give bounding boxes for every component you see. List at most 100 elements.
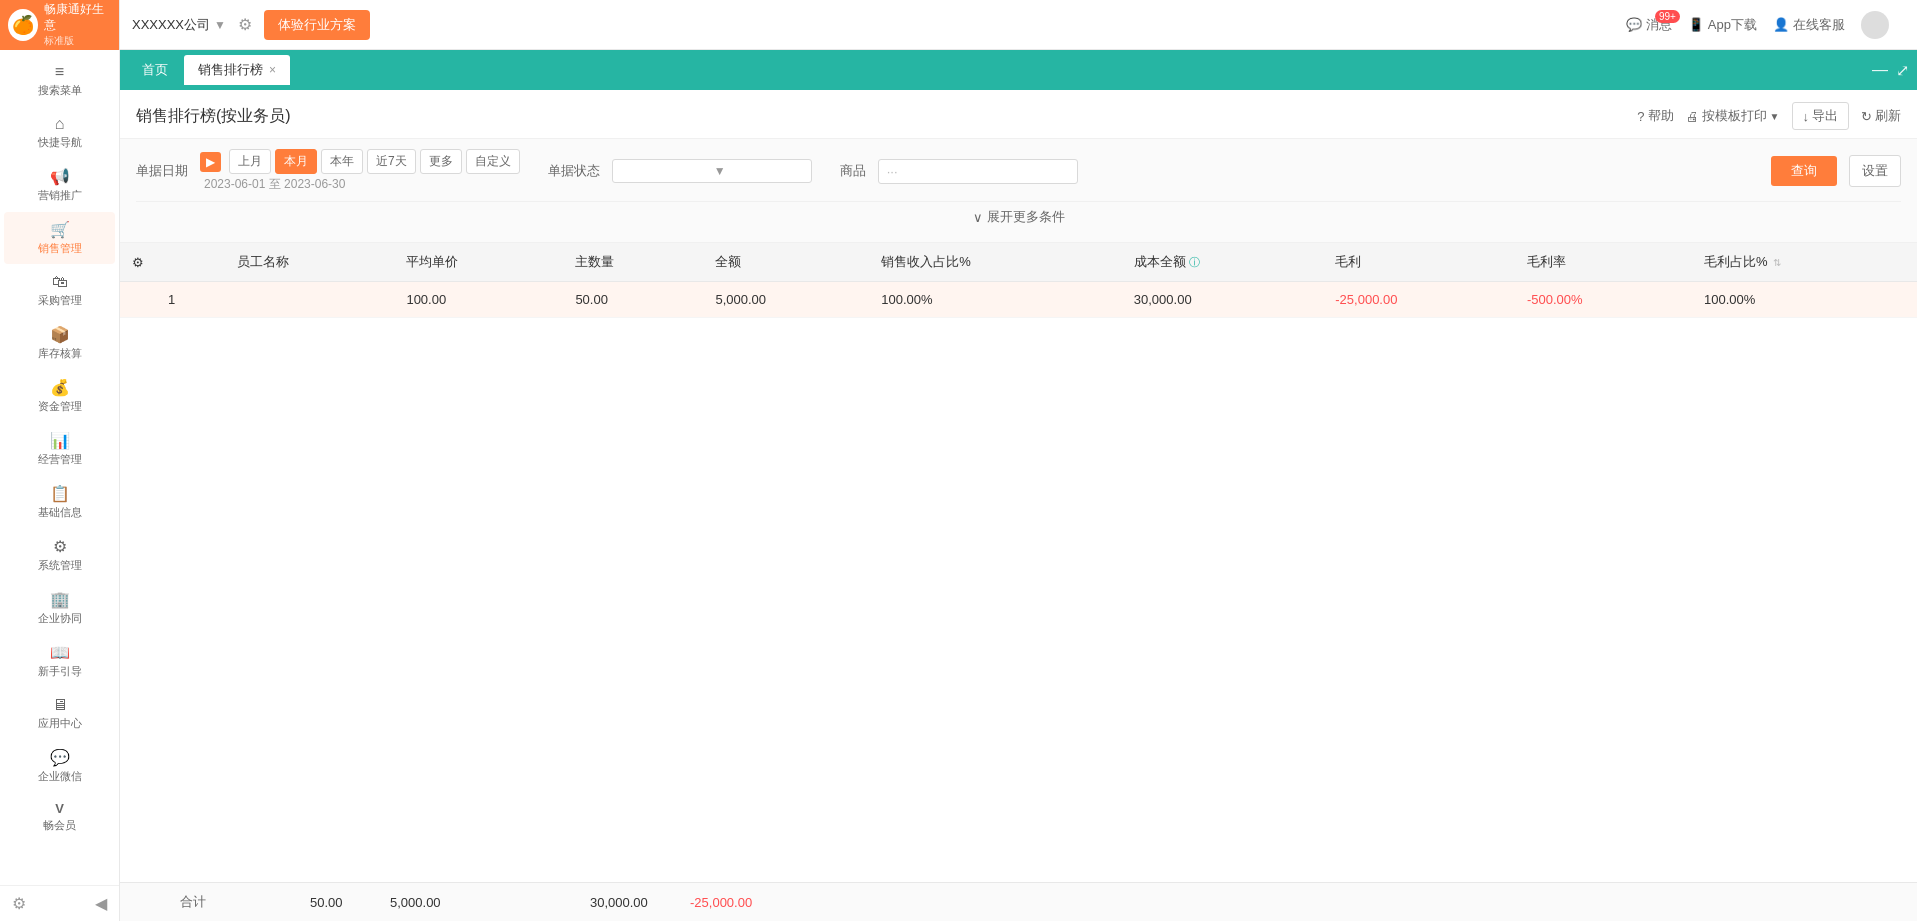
sidebar-item-basic-info[interactable]: 📋 基础信息 — [4, 476, 115, 528]
header-settings-icon[interactable]: ⚙ — [238, 15, 252, 34]
tab-sales-ranking[interactable]: 销售排行榜 × — [184, 55, 290, 85]
sidebar-item-guide[interactable]: 📖 新手引导 — [4, 635, 115, 687]
sidebar-item-search-order[interactable]: ≡ 搜索菜单 — [4, 55, 115, 106]
cell-name — [225, 282, 394, 318]
purchase-label: 采购管理 — [38, 293, 82, 308]
cell-settings — [120, 282, 156, 318]
sidebar: 🍊 畅康通好生意 标准版 ≡ 搜索菜单 ⌂ 快捷导航 📢 营销推广 🛒 销售管理… — [0, 0, 120, 921]
query-button[interactable]: 查询 — [1771, 156, 1837, 186]
cell-amount: 5,000.00 — [703, 282, 869, 318]
filter-expand-arrow[interactable]: ▶ — [200, 152, 221, 172]
date-btn-more[interactable]: 更多 — [420, 149, 462, 174]
guide-label: 新手引导 — [38, 664, 82, 679]
refresh-button[interactable]: ↻ 刷新 — [1861, 107, 1901, 125]
app-center-icon: 🖥 — [52, 696, 68, 714]
marketing-label: 营销推广 — [38, 188, 82, 203]
settings-button[interactable]: 设置 — [1849, 155, 1901, 187]
product-more-icon: ··· — [887, 164, 898, 179]
sidebar-item-finance[interactable]: 💰 资金管理 — [4, 370, 115, 422]
sidebar-item-operations[interactable]: 📊 经营管理 — [4, 423, 115, 475]
sidebar-item-inventory[interactable]: 📦 库存核算 — [4, 317, 115, 369]
date-btn-last-month[interactable]: 上月 — [229, 149, 271, 174]
enterprise-wechat-icon: 💬 — [50, 748, 70, 767]
page-header: 销售排行榜(按业务员) ? 帮助 🖨 按模板打印 ▼ ↓ 导出 ↻ 刷新 — [120, 90, 1917, 139]
status-label: 单据状态 — [548, 162, 600, 180]
footer-quantity: 50.00 — [298, 895, 378, 910]
table-footer: 合计 50.00 5,000.00 30,000.00 -25,000.00 — [120, 882, 1917, 921]
date-btn-7days[interactable]: 近7天 — [367, 149, 416, 174]
sidebar-item-sales[interactable]: 🛒 销售管理 — [4, 212, 115, 264]
tab-maximize-icon[interactable]: ⤢ — [1896, 61, 1909, 80]
search-order-icon: ≡ — [55, 63, 64, 81]
app-download-group[interactable]: 📱 App下载 — [1688, 16, 1757, 34]
finance-icon: 💰 — [50, 378, 70, 397]
sidebar-item-quick-nav[interactable]: ⌂ 快捷导航 — [4, 107, 115, 158]
logo-badge: 标准版 — [44, 34, 111, 48]
print-chevron-icon: ▼ — [1770, 111, 1780, 122]
sidebar-item-marketing[interactable]: 📢 营销推广 — [4, 159, 115, 211]
sidebar-item-member[interactable]: V 畅会员 — [4, 793, 115, 841]
status-chevron-icon: ▼ — [714, 164, 803, 178]
tab-bar-right: — ⤢ — [1872, 61, 1909, 80]
top-header: XXXXXX公司 ▼ ⚙ 体验行业方案 💬 消息 99+ 📱 App下载 👤 在… — [120, 0, 1917, 50]
inventory-label: 库存核算 — [38, 346, 82, 361]
date-btn-this-year[interactable]: 本年 — [321, 149, 363, 174]
filter-expand-row[interactable]: ∨ 展开更多条件 — [136, 201, 1901, 232]
basic-info-icon: 📋 — [50, 484, 70, 503]
date-btn-this-month[interactable]: 本月 — [275, 149, 317, 174]
sidebar-item-purchase[interactable]: 🛍 采购管理 — [4, 265, 115, 316]
tab-close-icon[interactable]: × — [269, 63, 276, 77]
product-input[interactable]: ··· — [878, 159, 1078, 184]
system-icon: ⚙ — [53, 537, 67, 556]
footer-cost: 30,000.00 — [578, 895, 678, 910]
sidebar-footer: ⚙ ◀ — [0, 885, 119, 921]
tab-home[interactable]: 首页 — [128, 55, 182, 85]
company-selector[interactable]: XXXXXX公司 ▼ — [132, 16, 226, 34]
table-area: ⚙ 员工名称 平均单价 主数量 全额 销售收入占比% 成本全额 ⓘ 毛利 毛利率… — [120, 243, 1917, 882]
date-buttons: ▶ 上月 本月 本年 近7天 更多 自定义 — [200, 149, 520, 174]
date-btn-custom[interactable]: 自定义 — [466, 149, 520, 174]
status-select[interactable]: ▼ — [612, 159, 812, 183]
date-range: 2023-06-01 至 2023-06-30 — [204, 176, 520, 193]
col-cost: 成本全额 ⓘ — [1122, 243, 1323, 282]
finance-label: 资金管理 — [38, 399, 82, 414]
tab-minimize-icon[interactable]: — — [1872, 61, 1888, 79]
filter-bar: 单据日期 ▶ 上月 本月 本年 近7天 更多 自定义 2023-06-01 至 … — [120, 139, 1917, 243]
sidebar-settings-icon[interactable]: ⚙ — [12, 894, 26, 913]
export-button[interactable]: ↓ 导出 — [1792, 102, 1850, 130]
message-group[interactable]: 💬 消息 99+ — [1626, 16, 1672, 34]
sidebar-collapse-icon[interactable]: ◀ — [95, 894, 107, 913]
member-label: 畅会员 — [43, 818, 76, 833]
col-gross-rate: 毛利率 — [1515, 243, 1692, 282]
basic-info-label: 基础信息 — [38, 505, 82, 520]
enterprise-label: 企业协同 — [38, 611, 82, 626]
product-label: 商品 — [840, 162, 866, 180]
online-service-group[interactable]: 👤 在线客服 — [1773, 16, 1845, 34]
user-avatar[interactable] — [1861, 11, 1889, 39]
logo-icon: 🍊 — [8, 9, 38, 41]
table-header-row: ⚙ 员工名称 平均单价 主数量 全额 销售收入占比% 成本全额 ⓘ 毛利 毛利率… — [120, 243, 1917, 282]
table-row: 1 100.00 50.00 5,000.00 100.00% 30,000.0… — [120, 282, 1917, 318]
help-link[interactable]: ? 帮助 — [1637, 107, 1673, 125]
sidebar-item-enterprise[interactable]: 🏢 企业协同 — [4, 582, 115, 634]
sidebar-item-enterprise-wechat[interactable]: 💬 企业微信 — [4, 740, 115, 792]
sales-icon: 🛒 — [50, 220, 70, 239]
help-icon: ? — [1637, 109, 1644, 124]
cell-quantity: 50.00 — [563, 282, 703, 318]
sidebar-item-system[interactable]: ⚙ 系统管理 — [4, 529, 115, 581]
refresh-icon: ↻ — [1861, 109, 1872, 124]
template-print-link[interactable]: 🖨 按模板打印 ▼ — [1686, 107, 1780, 125]
online-service-icon: 👤 — [1773, 17, 1789, 32]
purchase-icon: 🛍 — [52, 273, 68, 291]
header-right: 💬 消息 99+ 📱 App下载 👤 在线客服 — [1626, 11, 1905, 39]
inventory-icon: 📦 — [50, 325, 70, 344]
trial-button[interactable]: 体验行业方案 — [264, 10, 370, 40]
col-settings[interactable]: ⚙ — [120, 243, 156, 282]
page-title: 销售排行榜(按业务员) — [136, 106, 291, 127]
col-rank — [156, 243, 225, 282]
company-name: XXXXXX公司 — [132, 16, 210, 34]
message-badge: 99+ — [1655, 10, 1680, 23]
sidebar-item-app-center[interactable]: 🖥 应用中心 — [4, 688, 115, 739]
col-gross: 毛利 — [1323, 243, 1515, 282]
page-actions: ? 帮助 🖨 按模板打印 ▼ ↓ 导出 ↻ 刷新 — [1637, 102, 1901, 130]
